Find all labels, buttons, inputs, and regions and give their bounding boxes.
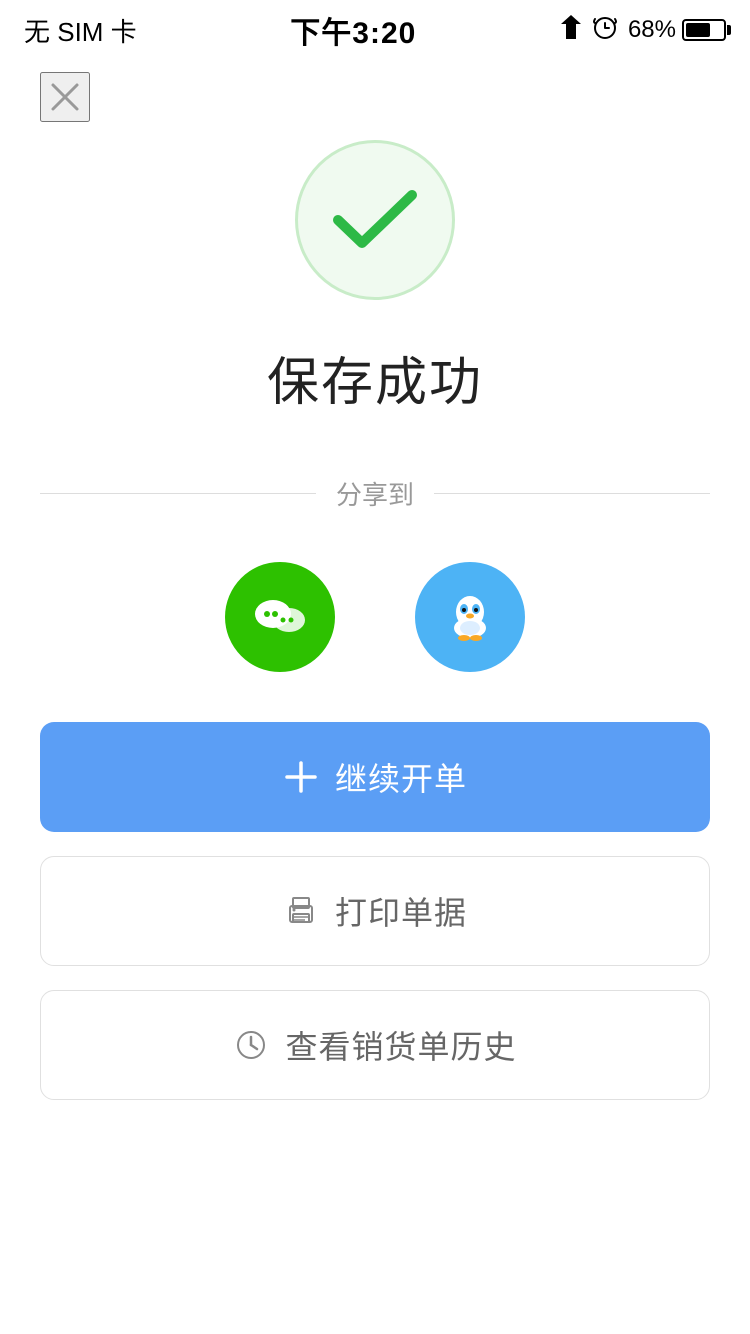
printer-icon bbox=[283, 893, 319, 929]
alarm-icon bbox=[592, 14, 618, 47]
share-section: 分享到 bbox=[0, 475, 750, 672]
actions-container: 继续开单 打印单据 查看销货单历史 bbox=[0, 722, 750, 1100]
close-button[interactable] bbox=[40, 72, 90, 122]
battery-percentage: 68% bbox=[628, 16, 676, 44]
continue-label: 继续开单 bbox=[335, 754, 467, 800]
qq-icon bbox=[437, 584, 503, 650]
main-content: 保存成功 分享到 bbox=[0, 60, 750, 1100]
wechat-icon bbox=[247, 584, 313, 650]
status-indicators: 68% bbox=[560, 14, 726, 47]
status-bar: 无 SIM 卡 下午3:20 bbox=[0, 0, 750, 60]
location-icon bbox=[560, 14, 582, 47]
continue-button[interactable]: 继续开单 bbox=[40, 722, 710, 832]
share-label: 分享到 bbox=[336, 475, 414, 512]
share-wechat-button[interactable] bbox=[225, 562, 335, 672]
success-title: 保存成功 bbox=[267, 340, 483, 415]
history-label: 查看销货单历史 bbox=[285, 1022, 516, 1068]
status-carrier: 无 SIM 卡 bbox=[24, 12, 147, 49]
share-divider: 分享到 bbox=[40, 475, 710, 512]
divider-line-left bbox=[40, 493, 316, 494]
carrier-text: 无 SIM 卡 bbox=[24, 12, 137, 49]
print-button[interactable]: 打印单据 bbox=[40, 856, 710, 966]
clock-icon bbox=[233, 1027, 269, 1063]
history-button[interactable]: 查看销货单历史 bbox=[40, 990, 710, 1100]
status-time: 下午3:20 bbox=[290, 8, 416, 52]
battery-indicator: 68% bbox=[628, 16, 726, 44]
print-label: 打印单据 bbox=[335, 888, 467, 934]
checkmark-icon bbox=[330, 185, 420, 255]
success-icon-circle bbox=[295, 140, 455, 300]
plus-icon bbox=[283, 759, 319, 795]
share-icons-container bbox=[40, 562, 710, 672]
divider-line-right bbox=[434, 493, 710, 494]
share-qq-button[interactable] bbox=[415, 562, 525, 672]
battery-icon bbox=[682, 19, 726, 41]
